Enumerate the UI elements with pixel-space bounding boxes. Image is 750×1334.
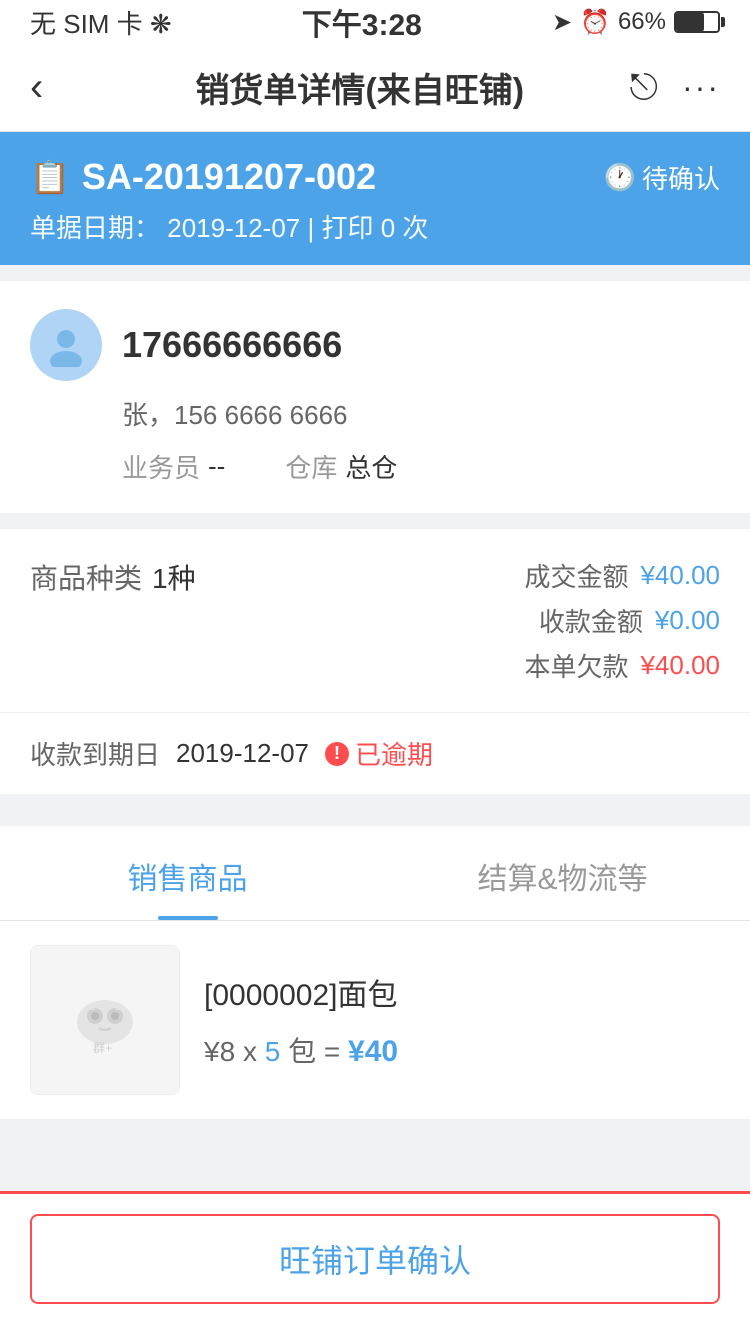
avatar bbox=[30, 309, 102, 381]
warehouse-value: 总仓 bbox=[345, 448, 397, 485]
product-list: 群+ [0000002]面包 ¥8 x 5 包 = ¥40 bbox=[0, 921, 750, 1119]
summary-card: 商品种类 1种 成交金额 ¥40.00 收款金额 ¥0.00 本单欠款 ¥40.… bbox=[0, 529, 750, 712]
tab-sales-products[interactable]: 销售商品 bbox=[0, 826, 375, 920]
customer-name: 张，156 6666 6666 bbox=[30, 395, 720, 432]
unit-label: 包 bbox=[288, 1036, 316, 1067]
divider-1 bbox=[0, 513, 750, 529]
product-info: [0000002]面包 ¥8 x 5 包 = ¥40 bbox=[204, 970, 720, 1070]
svg-text:群+: 群+ bbox=[93, 1041, 112, 1055]
confirm-order-button[interactable]: 旺铺订单确认 bbox=[30, 1214, 720, 1304]
status-bar: 无 SIM 卡 ❋ 下午3:28 ➤ ⏰ 66% bbox=[0, 0, 750, 44]
product-name: [0000002]面包 bbox=[204, 970, 720, 1014]
warehouse-label: 仓库 bbox=[285, 448, 337, 485]
back-button[interactable]: ‹ bbox=[30, 65, 90, 110]
due-date-value: 2019-12-07 bbox=[176, 738, 309, 769]
tabs-bar: 销售商品 结算&物流等 bbox=[0, 826, 750, 921]
price-per-unit: ¥8 bbox=[204, 1036, 235, 1067]
warning-icon: ! bbox=[325, 742, 349, 766]
owed-value: ¥40.00 bbox=[640, 650, 720, 681]
order-id: 📋 SA-20191207-002 bbox=[30, 156, 376, 198]
sales-label: 业务员 bbox=[122, 448, 200, 485]
divider-2 bbox=[0, 794, 750, 810]
alarm-icon: ⏰ bbox=[580, 8, 610, 37]
deal-amount-value: ¥40.00 bbox=[640, 560, 720, 591]
owed-label: 本单欠款 bbox=[524, 647, 628, 684]
order-status: 🕐 待确认 bbox=[604, 159, 720, 196]
order-date: 单据日期： 2019-12-07 | 打印 0 次 bbox=[30, 208, 720, 245]
status-right: ➤ ⏰ 66% bbox=[552, 8, 720, 37]
total-price: ¥40 bbox=[348, 1035, 398, 1068]
battery-icon bbox=[674, 11, 720, 33]
overdue-text: 已逾期 bbox=[355, 735, 433, 772]
customer-phone: 17666666666 bbox=[122, 324, 342, 366]
location-icon: ➤ bbox=[552, 8, 572, 37]
product-item: 群+ [0000002]面包 ¥8 x 5 包 = ¥40 bbox=[30, 945, 720, 1095]
sales-value: -- bbox=[208, 451, 225, 482]
nav-bar: ‹ 销货单详情(来自旺铺) ⎋ ··· bbox=[0, 44, 750, 132]
status-time: 下午3:28 bbox=[302, 0, 422, 44]
customer-card: 17666666666 张，156 6666 6666 业务员 -- 仓库 总仓 bbox=[0, 281, 750, 513]
due-date-row: 收款到期日 2019-12-07 ! 已逾期 bbox=[0, 712, 750, 794]
product-price: ¥8 x 5 包 = ¥40 bbox=[204, 1030, 720, 1070]
page-title: 销货单详情(来自旺铺) bbox=[195, 63, 524, 112]
confirm-button-container: 旺铺订单确认 bbox=[0, 1191, 750, 1334]
overdue-badge: ! 已逾期 bbox=[325, 735, 433, 772]
order-banner: 📋 SA-20191207-002 🕐 待确认 单据日期： 2019-12-07… bbox=[0, 132, 750, 265]
received-value: ¥0.00 bbox=[655, 605, 720, 636]
battery-text: 66% bbox=[618, 8, 666, 36]
order-icon: 📋 bbox=[30, 158, 70, 196]
deal-amount-label: 成交金额 bbox=[524, 557, 628, 594]
customer-meta: 业务员 -- 仓库 总仓 bbox=[30, 448, 720, 485]
product-type-label: 商品种类 bbox=[30, 557, 142, 597]
due-label: 收款到期日 bbox=[30, 735, 160, 772]
nav-actions: ⎋ ··· bbox=[630, 66, 720, 109]
status-left: 无 SIM 卡 ❋ bbox=[30, 4, 172, 41]
quantity-value: 5 bbox=[265, 1036, 281, 1067]
tab-settlement[interactable]: 结算&物流等 bbox=[375, 826, 750, 920]
received-label: 收款金额 bbox=[539, 602, 643, 639]
sim-label: 无 SIM 卡 ❋ bbox=[30, 4, 172, 41]
more-icon[interactable]: ··· bbox=[682, 69, 720, 106]
clock-icon: 🕐 bbox=[604, 162, 636, 193]
product-image: 群+ bbox=[30, 945, 180, 1095]
share-icon[interactable]: ⎋ bbox=[630, 66, 658, 109]
product-type-value: 1种 bbox=[152, 557, 196, 597]
